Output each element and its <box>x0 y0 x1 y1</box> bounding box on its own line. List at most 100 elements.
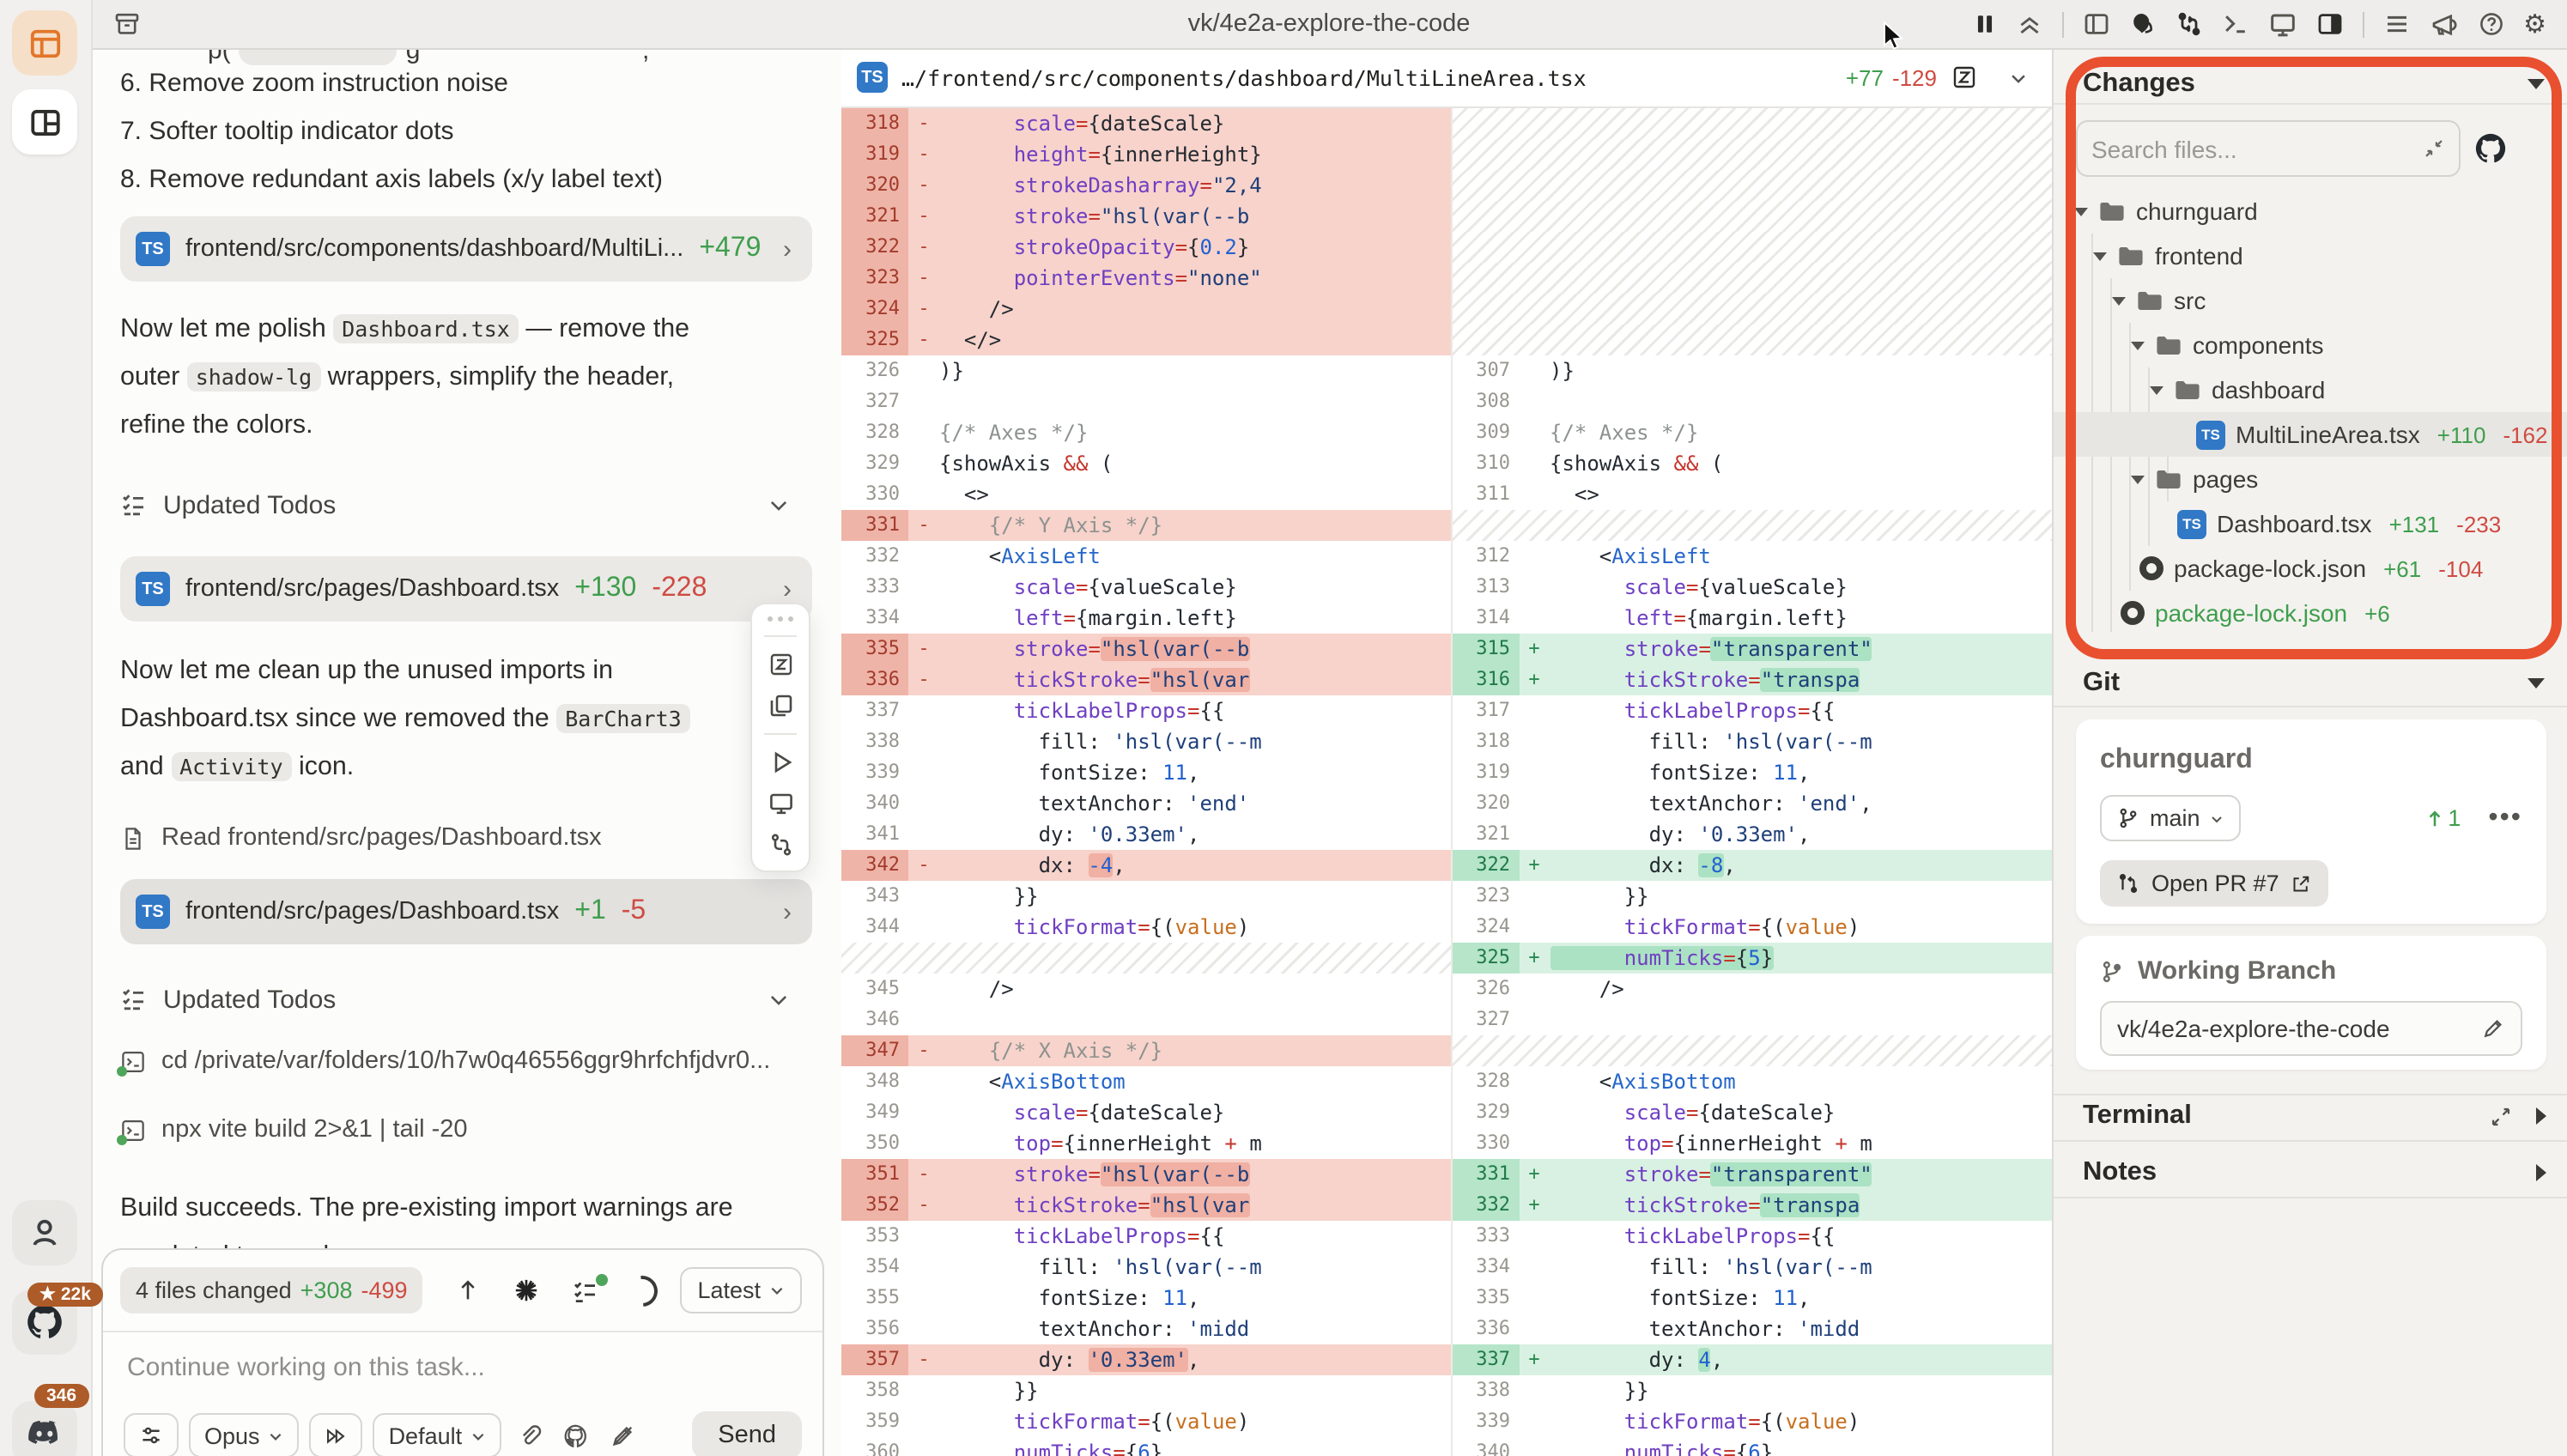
model-dropdown[interactable]: Opus <box>189 1413 300 1456</box>
file-diff-chip[interactable]: TSfrontend/src/pages/Dashboard.tsx+130-2… <box>120 556 812 622</box>
panel-left-icon[interactable] <box>2082 10 2109 38</box>
options-button[interactable] <box>124 1413 179 1456</box>
diff-mode-icon[interactable] <box>1951 64 1978 91</box>
diff-context-line: 348 <AxisBottom <box>841 1066 1450 1097</box>
archive-icon[interactable] <box>113 10 141 38</box>
terminal-prompt-icon[interactable] <box>2221 10 2248 38</box>
copy-icon[interactable] <box>767 692 794 719</box>
scroll-to-top-icon[interactable] <box>450 1277 486 1303</box>
tree-file-MultiLineArea.tsx[interactable]: TSMultiLineArea.tsx+110-162 <box>2054 412 2567 457</box>
push-ahead-count[interactable]: 1 <box>2424 805 2461 831</box>
profile-button[interactable] <box>12 1200 77 1265</box>
ts-file-icon: TS <box>136 572 170 606</box>
tree-folder-churnguard[interactable]: churnguard <box>2054 189 2567 234</box>
megaphone-icon[interactable] <box>2429 9 2458 39</box>
diff-view-icon[interactable] <box>767 651 794 678</box>
menu-icon[interactable] <box>2382 10 2410 38</box>
ink-blob-icon[interactable] <box>2128 10 2156 38</box>
pen-icon[interactable] <box>604 1423 640 1448</box>
collapse-changes-icon[interactable] <box>2528 79 2545 89</box>
send-button[interactable]: Send <box>692 1411 802 1456</box>
workspace-layout-button[interactable] <box>12 10 77 76</box>
github-icon <box>26 1303 64 1341</box>
settings-gear-icon[interactable]: ⚙ <box>2523 11 2546 37</box>
terminal-section-title[interactable]: Terminal <box>2083 1101 2192 1131</box>
git-compare-icon[interactable] <box>767 831 794 858</box>
branch-dropdown[interactable]: main <box>2100 795 2242 841</box>
working-branch-input[interactable]: vk/4e2a-explore-the-code <box>2100 1001 2522 1056</box>
spark-icon[interactable] <box>508 1277 544 1303</box>
search-files-input[interactable]: Search files... <box>2076 120 2461 177</box>
diff-row: 350 top={innerHeight + m330 top={innerHe… <box>841 1128 2052 1159</box>
tree-file-package-lock.json[interactable]: package-lock.json+61-104 <box>2054 546 2567 591</box>
expand-icon[interactable] <box>2490 1105 2512 1127</box>
message-input[interactable]: Continue working on this task... <box>103 1332 822 1382</box>
left-rail: ★22k 346 <box>0 0 93 1456</box>
diff-gap-hatch <box>1450 1035 2052 1066</box>
diff-row: 353 tickLabelProps={{333 tickLabelProps=… <box>841 1221 2052 1252</box>
topbar-actions: ⚙ <box>1972 0 2546 48</box>
diff-context-line: 327 <box>1450 1004 2052 1035</box>
caret-down-icon <box>2093 252 2107 260</box>
caret-down-icon <box>2150 385 2163 394</box>
diff-row: 322- strokeOpacity={0.2} <box>841 232 2052 263</box>
open-pr-button[interactable]: Open PR #7 <box>2100 860 2329 907</box>
tree-file-Dashboard.tsx[interactable]: TSDashboard.tsx+131-233 <box>2054 501 2567 546</box>
diff-row: 348 <AxisBottom328 <AxisBottom <box>841 1066 2052 1097</box>
github-button[interactable]: ★22k <box>12 1289 77 1355</box>
git-section-title[interactable]: Git <box>2083 668 2120 699</box>
more-options-icon[interactable]: ••• <box>2488 803 2522 834</box>
todo-list-item: 8. Remove redundant axis labels (x/y lab… <box>120 165 812 194</box>
monitor-icon[interactable] <box>2267 9 2297 39</box>
updated-todos-row[interactable]: Updated Todos <box>120 489 812 520</box>
terminal-command-row[interactable]: cd /private/var/folders/10/h7w0q46556ggr… <box>120 1044 812 1078</box>
drag-handle-icon[interactable] <box>768 616 792 622</box>
tree-file-package-lock.json[interactable]: package-lock.json+6 <box>2054 591 2567 635</box>
chevron-down-icon[interactable] <box>2009 68 2028 87</box>
tree-folder-src[interactable]: src <box>2054 278 2567 323</box>
edit-pencil-icon[interactable] <box>2481 1016 2505 1040</box>
read-file-row[interactable]: Read frontend/src/pages/Dashboard.tsx <box>120 821 812 855</box>
chevron-right-icon: › <box>783 574 792 604</box>
tree-folder-pages[interactable]: pages <box>2054 457 2567 501</box>
github-icon[interactable] <box>2474 132 2507 165</box>
file-diff-chip[interactable]: TSfrontend/src/pages/Dashboard.tsx+1-5› <box>120 879 812 944</box>
diff-context-line: 337 tickLabelProps={{ <box>841 695 1450 726</box>
tree-folder-components[interactable]: components <box>2054 323 2567 367</box>
chevron-down-icon[interactable] <box>768 988 790 1010</box>
run-icon[interactable] <box>767 749 794 776</box>
tree-folder-frontend[interactable]: frontend <box>2054 234 2567 278</box>
diff-row: 332 <AxisLeft312 <AxisLeft <box>841 541 2052 572</box>
github-icon[interactable] <box>558 1423 594 1448</box>
pause-icon[interactable] <box>1972 12 1996 36</box>
inline-code: Dashboard.tsx <box>333 314 519 343</box>
git-compare-icon[interactable] <box>2175 10 2202 38</box>
diff-row: 354 fill: 'hsl(var(--m334 fill: 'hsl(var… <box>841 1252 2052 1283</box>
collapse-diagonal-icon[interactable] <box>2423 137 2445 160</box>
chevron-down-icon[interactable] <box>768 494 790 516</box>
folder-icon <box>2117 244 2145 268</box>
expand-terminal-icon[interactable] <box>2536 1107 2546 1125</box>
files-changed-chip[interactable]: 4 files changed +308 -499 <box>120 1267 423 1313</box>
updated-todos-row[interactable]: Updated Todos <box>120 984 812 1015</box>
changes-section-title[interactable]: Changes <box>2083 69 2195 100</box>
attach-icon[interactable] <box>512 1423 548 1448</box>
diff-removed-line: 323- pointerEvents="none" <box>841 263 1450 294</box>
double-chevron-up-icon[interactable] <box>2015 10 2042 38</box>
file-diff-chip[interactable]: TSfrontend/src/components/dashboard/Mult… <box>120 216 812 282</box>
search-placeholder: Search files... <box>2091 135 2237 162</box>
todos-status-icon[interactable] <box>567 1277 604 1304</box>
discord-button[interactable]: 346 <box>12 1401 77 1456</box>
monitor-icon[interactable] <box>767 790 794 817</box>
notes-section-title[interactable]: Notes <box>2083 1157 2157 1188</box>
panel-right-icon[interactable] <box>2315 10 2343 38</box>
board-view-button[interactable] <box>12 89 77 155</box>
collapse-git-icon[interactable] <box>2528 678 2545 689</box>
latest-dropdown[interactable]: Latest <box>680 1267 802 1313</box>
terminal-command-row[interactable]: npx vite build 2>&1 | tail -20 <box>120 1113 812 1147</box>
expand-notes-icon[interactable] <box>2536 1164 2546 1181</box>
tree-folder-dashboard[interactable]: dashboard <box>2054 367 2567 412</box>
help-icon[interactable] <box>2477 10 2504 38</box>
fast-forward-button[interactable] <box>310 1413 363 1456</box>
mode-dropdown[interactable]: Default <box>373 1413 502 1456</box>
